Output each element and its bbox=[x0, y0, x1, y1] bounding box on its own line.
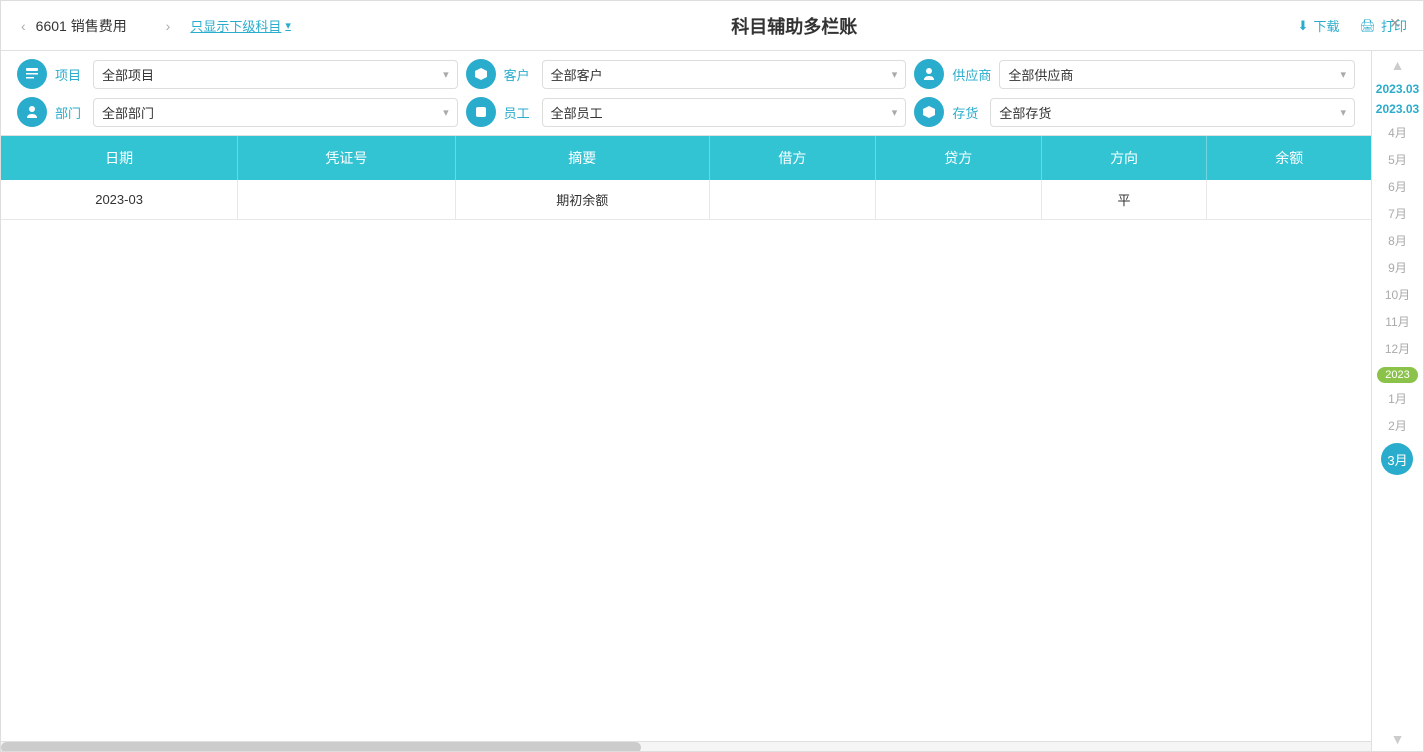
customer-label: 客户 bbox=[504, 65, 534, 84]
timeline-up-arrow[interactable]: ▲ bbox=[1391, 51, 1405, 79]
cell-debit bbox=[709, 180, 875, 220]
timeline-month-5月[interactable]: 5月 bbox=[1377, 146, 1417, 173]
nav-prev-button[interactable]: ‹ bbox=[17, 16, 30, 36]
scrollbar-thumb[interactable] bbox=[1, 742, 641, 752]
nav-next-button[interactable]: › bbox=[162, 16, 175, 36]
cell-voucher bbox=[238, 180, 455, 220]
customer-dropdown-icon: ▾ bbox=[892, 68, 898, 81]
filter-row-inventory: 存货 全部存货 ▾ bbox=[914, 97, 1355, 127]
department-label: 部门 bbox=[55, 103, 85, 122]
col-date: 日期 bbox=[1, 136, 238, 180]
customer-value: 全部客户 bbox=[551, 65, 603, 84]
project-icon bbox=[17, 59, 47, 89]
filter-bar: 项目 全部项目 ▾ 客户 全部客户 ▾ bbox=[1, 51, 1371, 136]
cell-date: 2023-03 bbox=[1, 180, 238, 220]
timeline-month-8月[interactable]: 8月 bbox=[1377, 227, 1417, 254]
department-value: 全部部门 bbox=[102, 103, 154, 122]
timeline-month-6月[interactable]: 6月 bbox=[1377, 173, 1417, 200]
col-debit: 借方 bbox=[709, 136, 875, 180]
cell-summary: 期初余额 bbox=[455, 180, 709, 220]
timeline-year-month-2月[interactable]: 2月 bbox=[1377, 412, 1417, 439]
employee-icon bbox=[466, 97, 496, 127]
col-direction: 方向 bbox=[1041, 136, 1207, 180]
filter-row-employee: 员工 全部员工 ▾ bbox=[466, 97, 907, 127]
timeline-month-7月[interactable]: 7月 bbox=[1377, 200, 1417, 227]
horizontal-scrollbar[interactable] bbox=[1, 741, 1371, 752]
inventory-value: 全部存货 bbox=[999, 103, 1051, 122]
supplier-dropdown-icon: ▾ bbox=[1340, 68, 1346, 81]
download-label: 下载 bbox=[1313, 16, 1339, 35]
download-button[interactable]: ⬇ 下载 bbox=[1298, 16, 1340, 35]
project-label: 项目 bbox=[55, 65, 85, 84]
cell-credit bbox=[875, 180, 1041, 220]
top-bar: ‹ 6601 销售费用 › 只显示下级科目 ▾ 科目辅助多栏账 ⬇ 下载 🖨 打… bbox=[1, 1, 1423, 51]
department-dropdown-icon: ▾ bbox=[443, 106, 449, 119]
employee-value: 全部员工 bbox=[551, 103, 603, 122]
supplier-value: 全部供应商 bbox=[1008, 65, 1073, 84]
timeline-month-9月[interactable]: 9月 bbox=[1377, 254, 1417, 281]
timeline-year-badge[interactable]: 2023 bbox=[1377, 362, 1417, 385]
department-select[interactable]: 全部部门 ▾ bbox=[93, 98, 458, 127]
inventory-icon bbox=[914, 97, 944, 127]
col-balance: 余额 bbox=[1207, 136, 1371, 180]
print-icon: 🖨 bbox=[1359, 18, 1376, 34]
supplier-label: 供应商 bbox=[952, 65, 991, 84]
timeline-month-4月[interactable]: 4月 bbox=[1377, 119, 1417, 146]
timeline-down-arrow[interactable]: ▼ bbox=[1391, 725, 1405, 752]
timeline-year-month-1月[interactable]: 1月 bbox=[1377, 385, 1417, 412]
account-code-label: 6601 销售费用 bbox=[36, 16, 156, 36]
timeline-active-month[interactable]: 3月 bbox=[1377, 439, 1417, 479]
department-icon bbox=[17, 97, 47, 127]
employee-label: 员工 bbox=[504, 103, 534, 122]
timeline-period-1[interactable]: 2023.03 bbox=[1376, 79, 1419, 99]
table-wrapper: 日期 凭证号 摘要 借方 贷方 方向 余额 2023-03 期初余额 bbox=[1, 136, 1371, 741]
col-credit: 贷方 bbox=[875, 136, 1041, 180]
account-nav: ‹ 6601 销售费用 › bbox=[17, 16, 174, 36]
filter-row-customer: 客户 全部客户 ▾ bbox=[466, 59, 907, 89]
supplier-icon bbox=[914, 59, 944, 89]
employee-select[interactable]: 全部员工 ▾ bbox=[542, 98, 907, 127]
timeline-period-2[interactable]: 2023.03 bbox=[1376, 99, 1419, 119]
project-dropdown-icon: ▾ bbox=[443, 68, 449, 81]
col-summary: 摘要 bbox=[455, 136, 709, 180]
content-area: 项目 全部项目 ▾ 客户 全部客户 ▾ bbox=[1, 51, 1371, 752]
project-select[interactable]: 全部项目 ▾ bbox=[93, 60, 458, 89]
customer-icon bbox=[466, 59, 496, 89]
timeline-month-10月[interactable]: 10月 bbox=[1377, 281, 1417, 308]
inventory-label: 存货 bbox=[952, 103, 982, 122]
download-icon: ⬇ bbox=[1298, 18, 1309, 34]
supplier-select[interactable]: 全部供应商 ▾ bbox=[999, 60, 1355, 89]
show-sub-button[interactable]: 只显示下级科目 ▾ bbox=[190, 16, 291, 35]
filter-row-supplier: 供应商 全部供应商 ▾ bbox=[914, 59, 1355, 89]
ledger-table: 日期 凭证号 摘要 借方 贷方 方向 余额 2023-03 期初余额 bbox=[1, 136, 1371, 220]
employee-dropdown-icon: ▾ bbox=[892, 106, 898, 119]
table-row: 2023-03 期初余额 平 bbox=[1, 180, 1371, 220]
main-content: 项目 全部项目 ▾ 客户 全部客户 ▾ bbox=[1, 51, 1423, 752]
close-button[interactable]: × bbox=[1383, 11, 1407, 35]
table-header-row: 日期 凭证号 摘要 借方 贷方 方向 余额 bbox=[1, 136, 1371, 180]
page-title: 科目辅助多栏账 bbox=[291, 13, 1298, 39]
cell-direction: 平 bbox=[1041, 180, 1207, 220]
cell-balance bbox=[1207, 180, 1371, 220]
show-sub-label: 只显示下级科目 bbox=[190, 16, 281, 35]
project-value: 全部项目 bbox=[102, 65, 154, 84]
timeline-month-11月[interactable]: 11月 bbox=[1377, 308, 1417, 335]
col-voucher: 凭证号 bbox=[238, 136, 455, 180]
customer-select[interactable]: 全部客户 ▾ bbox=[542, 60, 907, 89]
inventory-dropdown-icon: ▾ bbox=[1340, 106, 1346, 119]
filter-row-project: 项目 全部项目 ▾ bbox=[17, 59, 458, 89]
timeline-month-12月[interactable]: 12月 bbox=[1377, 335, 1417, 362]
filter-row-department: 部门 全部部门 ▾ bbox=[17, 97, 458, 127]
timeline-panel: ▲ 2023.03 2023.03 4月5月6月7月8月9月10月11月12月2… bbox=[1371, 51, 1423, 752]
inventory-select[interactable]: 全部存货 ▾ bbox=[990, 98, 1355, 127]
